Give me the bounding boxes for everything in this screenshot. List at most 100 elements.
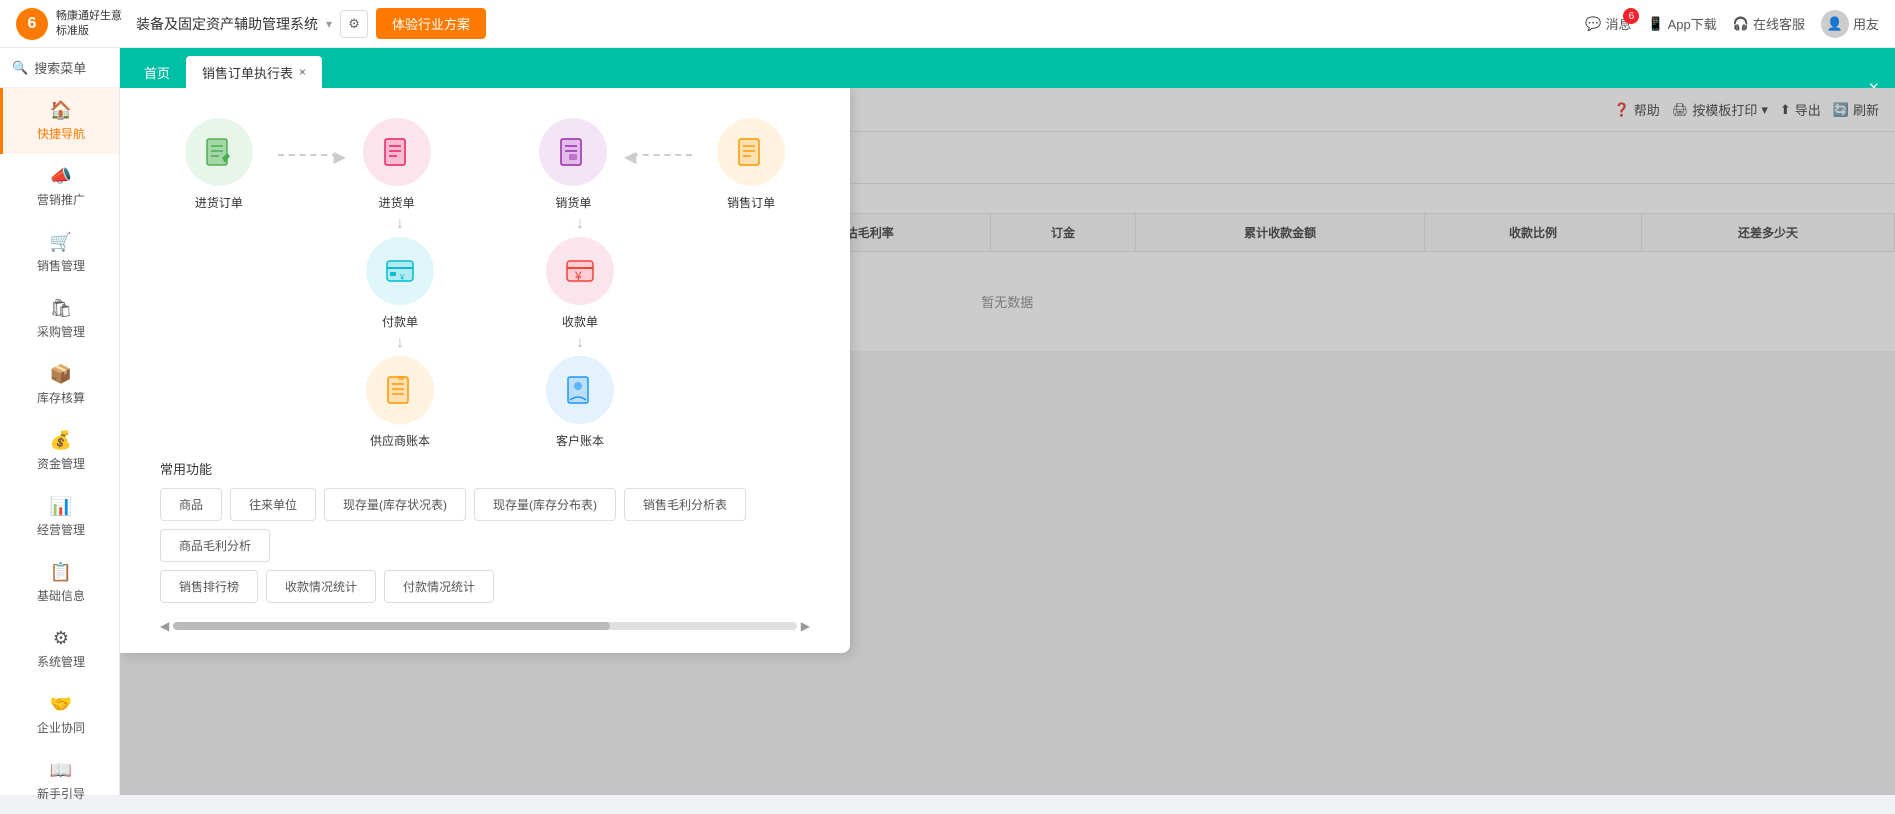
tab-home-label: 首页	[144, 63, 170, 82]
flow-node-purchase-bill[interactable]: 进货单	[338, 118, 456, 211]
purchase-bill-label: 进货单	[379, 194, 415, 211]
fn-sales-profit[interactable]: 销售毛利分析表	[624, 488, 746, 521]
fn-payment-stat[interactable]: 付款情况统计	[384, 570, 494, 603]
scroll-track[interactable]	[173, 622, 797, 630]
home-icon: 🏠	[50, 100, 72, 121]
payment-icon: ¥	[384, 255, 416, 287]
scroll-right-icon[interactable]: ▶	[801, 619, 810, 633]
gear-button[interactable]: ⚙	[340, 10, 368, 38]
sales-icon: 🛒	[50, 232, 72, 253]
sidebar-label-system: 系统管理	[37, 653, 85, 670]
sidebar-label-purchase: 采购管理	[37, 323, 85, 340]
arrow-dashed-1: ▶	[278, 154, 338, 156]
tab-sales-order-exec[interactable]: 销售订单执行表 ×	[186, 56, 322, 88]
receipt-label: 收款单	[562, 313, 598, 330]
flow-node-supplier-ledger[interactable]: 供应商账本	[340, 356, 460, 449]
sidebar-label-finance: 资金管理	[37, 455, 85, 472]
online-service-item[interactable]: 🎧 在线客服	[1733, 14, 1805, 33]
sidebar-label-quick-nav: 快捷导航	[37, 125, 85, 142]
service-icon: 🎧	[1733, 16, 1749, 32]
sidebar-label-enterprise: 企业协同	[37, 719, 85, 736]
system-icon: ⚙	[53, 628, 69, 649]
marketing-icon: 📣	[50, 166, 72, 187]
experience-btn[interactable]: 体验行业方案	[376, 8, 486, 39]
tab-close-icon[interactable]: ×	[299, 65, 306, 79]
purchase-order-label: 进货订单	[195, 194, 243, 211]
header-right: 💬 消息 6 📱 App下载 🎧 在线客服 👤 用友	[1585, 10, 1879, 38]
sidebar-item-enterprise[interactable]: 🤝 企业协同	[0, 682, 119, 748]
sidebar-item-purchase[interactable]: 🛍 采购管理	[0, 286, 119, 352]
sales-order-circle[interactable]	[717, 118, 785, 186]
sidebar-item-quick-nav[interactable]: 🏠 快捷导航	[0, 88, 119, 154]
receipt-icon: ¥	[564, 255, 596, 287]
scroll-thumb	[173, 622, 609, 630]
payment-circle[interactable]: ¥	[366, 237, 434, 305]
payment-label: 付款单	[382, 313, 418, 330]
search-icon: 🔍	[12, 60, 28, 76]
online-service-label: 在线客服	[1753, 14, 1805, 33]
finance-icon: 💰	[50, 430, 72, 451]
main-layout: 🔍 搜索菜单 🏠 快捷导航 📣 营销推广 🛒 销售管理 🛍 采购管理 📦 库存核…	[0, 48, 1895, 795]
sidebar-item-basic[interactable]: 📋 基础信息	[0, 550, 119, 616]
user-label: 用友	[1853, 14, 1879, 33]
dropdown-arrow-icon[interactable]: ▾	[326, 17, 332, 31]
scroll-left-icon[interactable]: ◀	[160, 619, 169, 633]
guide-icon: 📖	[50, 760, 72, 781]
flow-node-customer-ledger[interactable]: 客户账本	[520, 356, 640, 449]
sidebar-item-operations[interactable]: 📊 经营管理	[0, 484, 119, 550]
svg-text:¥: ¥	[574, 269, 582, 283]
fn-goods[interactable]: 商品	[160, 488, 222, 521]
fn-receipt-stat[interactable]: 收款情况统计	[266, 570, 376, 603]
flow-node-purchase-order[interactable]: 进货订单	[160, 118, 278, 211]
download-icon: 📱	[1647, 16, 1663, 32]
sidebar-label-sales: 销售管理	[37, 257, 85, 274]
flow-node-sales-bill[interactable]: 销货单	[514, 118, 632, 211]
sidebar-item-sales[interactable]: 🛒 销售管理	[0, 220, 119, 286]
sidebar-item-guide[interactable]: 📖 新手引导	[0, 748, 119, 814]
tab-home[interactable]: 首页	[128, 56, 186, 88]
panel-scrollbar: ◀ ▶	[160, 619, 810, 633]
user-item[interactable]: 👤 用友	[1821, 10, 1879, 38]
sidebar-item-system[interactable]: ⚙ 系统管理	[0, 616, 119, 682]
logo-text: 畅康通好生意 标准版	[56, 9, 122, 38]
tab-bar: 首页 销售订单执行表 × ×	[120, 48, 1895, 88]
function-btns: 商品 往来单位 现存量(库存状况表) 现存量(库存分布表) 销售毛利分析表 商品…	[160, 488, 810, 562]
arrow-down-customer: ↓	[576, 334, 584, 352]
avatar: 👤	[1821, 10, 1849, 38]
sales-bill-icon	[557, 136, 589, 168]
fn-stock-status[interactable]: 现存量(库存状况表)	[324, 488, 466, 521]
overlay: 进货订单 ▶	[120, 88, 1895, 795]
system-title-area: 装备及固定资产辅助管理系统 ▾ ⚙ 体验行业方案	[136, 8, 1585, 39]
arrow-down-receipt: ↓	[576, 215, 584, 233]
app-download-item[interactable]: 📱 App下载	[1647, 14, 1716, 33]
sidebar-item-inventory[interactable]: 📦 库存核算	[0, 352, 119, 418]
fn-partner[interactable]: 往来单位	[230, 488, 316, 521]
flow-node-sales-order[interactable]: 销售订单	[692, 118, 810, 211]
inventory-icon: 📦	[50, 364, 72, 385]
customer-circle[interactable]	[546, 356, 614, 424]
sales-order-label: 销售订单	[727, 194, 775, 211]
functions-title: 常用功能	[160, 459, 810, 478]
tab-sales-label: 销售订单执行表	[202, 63, 293, 82]
page-content: ❓ 帮助 🖨 按模板打印 ▾ ⬆ 导出 🔄 刷新	[120, 88, 1895, 795]
fn-stock-dist[interactable]: 现存量(库存分布表)	[474, 488, 616, 521]
sidebar-item-marketing[interactable]: 📣 营销推广	[0, 154, 119, 220]
supplier-circle[interactable]	[366, 356, 434, 424]
fn-sales-rank[interactable]: 销售排行榜	[160, 570, 258, 603]
fn-goods-profit[interactable]: 商品毛利分析	[160, 529, 270, 562]
flow-node-receipt[interactable]: ¥ 收款单	[520, 237, 640, 330]
search-menu[interactable]: 🔍 搜索菜单	[0, 48, 119, 88]
svg-text:¥: ¥	[399, 273, 405, 282]
enterprise-icon: 🤝	[50, 694, 72, 715]
flow-node-payment[interactable]: ¥ 付款单	[340, 237, 460, 330]
purchase-order-circle[interactable]	[185, 118, 253, 186]
sidebar-label-inventory: 库存核算	[37, 389, 85, 406]
message-item[interactable]: 💬 消息 6	[1585, 14, 1631, 33]
sales-bill-circle[interactable]	[539, 118, 607, 186]
sidebar-item-finance[interactable]: 💰 资金管理	[0, 418, 119, 484]
receipt-circle[interactable]: ¥	[546, 237, 614, 305]
function-btns-row2: 销售排行榜 收款情况统计 付款情况统计	[160, 570, 810, 603]
supplier-ledger-icon	[384, 374, 416, 406]
purchase-bill-circle[interactable]	[363, 118, 431, 186]
message-badge: 6	[1623, 8, 1639, 24]
